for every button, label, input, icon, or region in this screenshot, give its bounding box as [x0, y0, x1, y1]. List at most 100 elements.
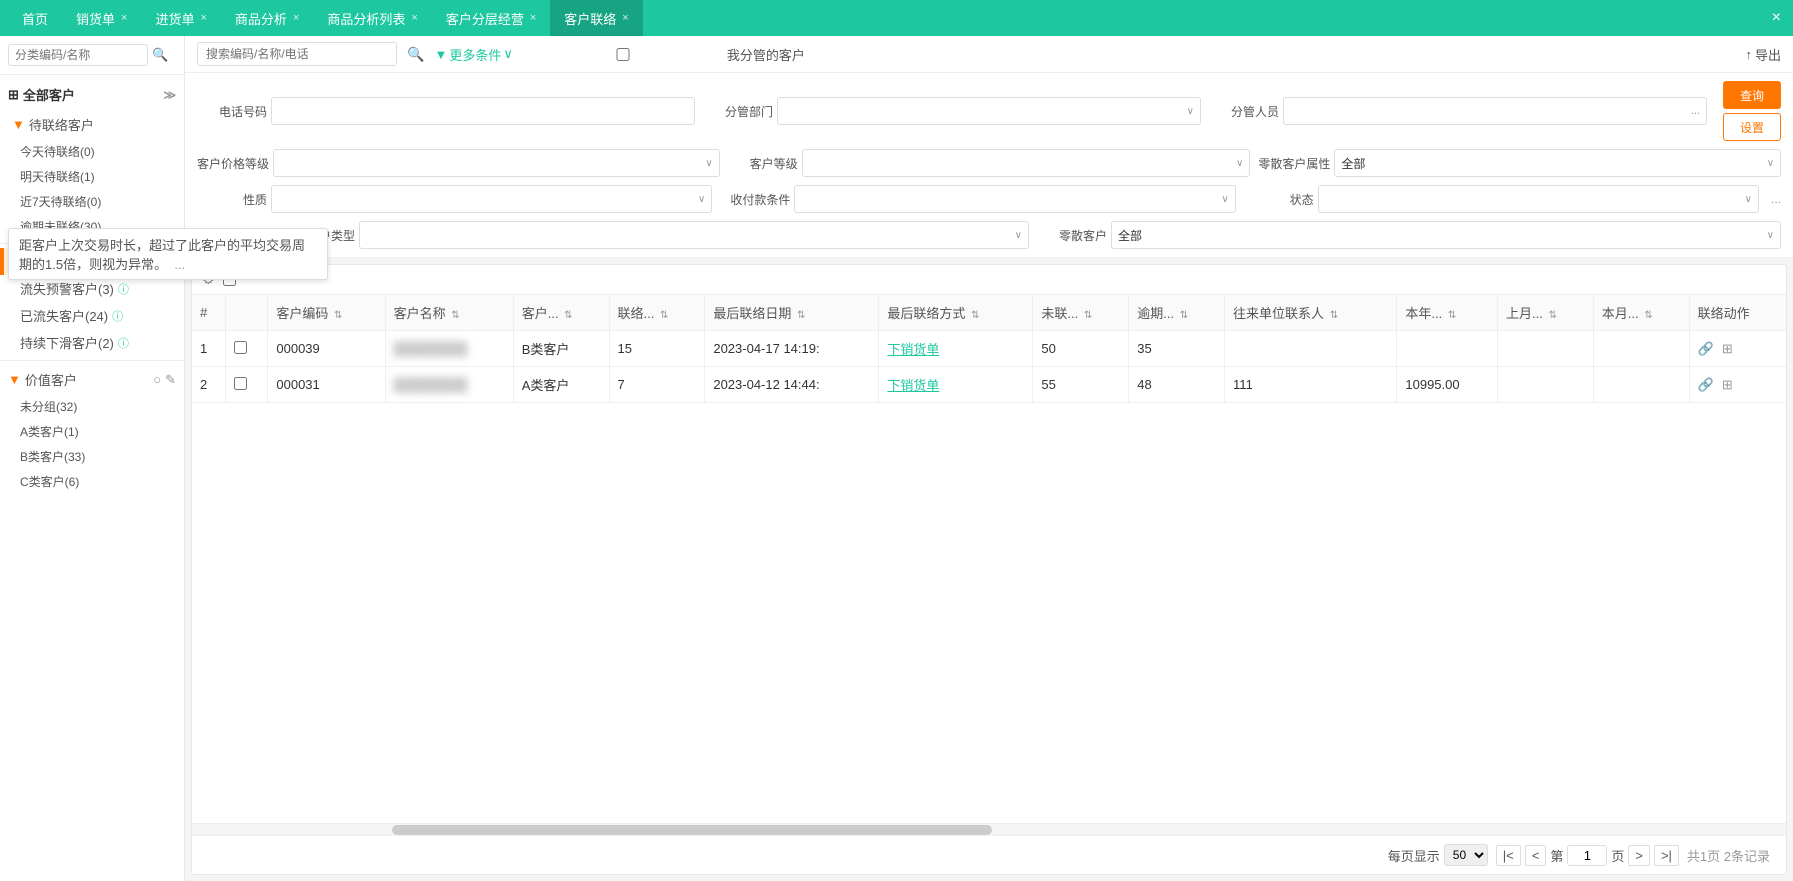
last-page-btn[interactable]: >| [1654, 845, 1679, 866]
arrow-down-icon: ∨ [1187, 106, 1194, 117]
sort-year-icon[interactable]: ⇅ [1448, 310, 1456, 321]
row2-checkbox[interactable] [234, 377, 247, 390]
h-scroll-thumb[interactable] [392, 825, 992, 835]
cell-overdue-1: 35 [1129, 331, 1225, 367]
row1-checkbox[interactable] [234, 341, 247, 354]
sort-method-icon[interactable]: ⇅ [971, 310, 979, 321]
cell-method-2[interactable]: 下销货单 [879, 367, 1033, 403]
nav-customer-layer[interactable]: 客户分层经营 × [432, 0, 550, 36]
person-select[interactable]: ... [1283, 97, 1707, 125]
close-window-btn[interactable]: × [1772, 9, 1781, 27]
table-scroll-container[interactable]: # 客户编码 ⇅ 客户名称 ⇅ 客户... [192, 295, 1786, 823]
prev-page-btn[interactable]: < [1525, 845, 1547, 866]
all-customers-header[interactable]: ⊞ 全部客户 ≫ [0, 79, 184, 110]
main-search-btn[interactable]: 🔍 [407, 46, 424, 63]
nav-sales[interactable]: 销货单 × [62, 0, 141, 36]
link-method-1[interactable]: 下销货单 [887, 342, 939, 357]
retail-attr-select[interactable]: 全部 ∨ [1334, 149, 1781, 177]
sidebar-item-ungrouped[interactable]: 未分组(32) [0, 394, 184, 419]
edit-icon[interactable]: ✎ [165, 372, 176, 388]
export-btn[interactable]: ↑ 导出 [1745, 45, 1781, 64]
dept-label: 分管部门 [703, 103, 773, 120]
info-icon-declining: ⓘ [118, 335, 129, 351]
nav-purchase[interactable]: 进货单 × [141, 0, 220, 36]
sort-date-icon[interactable]: ⇅ [797, 310, 805, 321]
my-customers-checkbox-area[interactable]: 我分管的客户 [523, 45, 805, 64]
cell-type-1: B类客户 [513, 331, 609, 367]
action-link-icon-2[interactable]: 🔗 [1698, 377, 1714, 393]
sort-contact-icon[interactable]: ⇅ [660, 310, 668, 321]
info-icon-churn: ⓘ [118, 281, 129, 297]
action-grid-icon-2[interactable]: ⊞ [1722, 377, 1733, 393]
close-product-analysis-tab[interactable]: × [293, 12, 299, 24]
sort-overdue-icon[interactable]: ⇅ [1180, 310, 1188, 321]
my-customers-checkbox[interactable] [523, 48, 723, 61]
next-page-btn[interactable]: > [1628, 845, 1650, 866]
nav-customer-contact[interactable]: 客户联络 × [550, 0, 642, 36]
sort-partner-icon[interactable]: ⇅ [1330, 310, 1338, 321]
sidebar-item-a-class[interactable]: A类客户(1) [0, 419, 184, 444]
price-grade-select[interactable]: ∨ [273, 149, 720, 177]
value-group-edit-icons[interactable]: ○ ✎ [153, 372, 176, 388]
sidebar-search-input[interactable] [8, 44, 148, 66]
cell-actions-1: 🔗 ⊞ [1689, 331, 1786, 367]
sort-code-icon[interactable]: ⇅ [334, 310, 342, 321]
phone-input[interactable] [271, 97, 695, 125]
set-btn[interactable]: 设置 [1723, 113, 1781, 141]
collapse-sidebar-btn[interactable]: ≫ [163, 88, 176, 102]
sidebar-search-icon[interactable]: 🔍 [152, 47, 168, 63]
h-scroll-area[interactable] [192, 823, 1786, 835]
dept-select[interactable]: ∨ [777, 97, 1201, 125]
sidebar-item-churned[interactable]: 已流失客户(24) ⓘ [0, 302, 184, 329]
more-conditions-btn[interactable]: ▼ 更多条件 ∨ [434, 45, 512, 64]
nav-product-analysis[interactable]: 商品分析 × [221, 0, 313, 36]
payment-select[interactable]: ∨ [794, 185, 1235, 213]
cell-month-2 [1593, 367, 1689, 403]
close-sales-tab[interactable]: × [121, 12, 127, 24]
sort-lastmonth-icon[interactable]: ⇅ [1548, 310, 1556, 321]
close-customer-contact-tab[interactable]: × [622, 12, 628, 24]
circle-icon[interactable]: ○ [153, 372, 161, 388]
sidebar-item-b-class[interactable]: B类客户(33) [0, 444, 184, 469]
col-checkbox [226, 295, 268, 331]
sidebar-item-c-class[interactable]: C类客户(6) [0, 469, 184, 494]
sidebar-item-tomorrow[interactable]: 明天待联络(1) [0, 164, 184, 189]
gender-select[interactable]: ∨ [271, 185, 712, 213]
action-grid-icon-1[interactable]: ⊞ [1722, 341, 1733, 357]
sidebar-group-pending[interactable]: ▼ 待联络客户 [0, 110, 184, 139]
status-select[interactable]: ∨ [1318, 185, 1759, 213]
sidebar-value-group[interactable]: ▼ 价值客户 ○ ✎ [0, 365, 184, 394]
more-dots[interactable]: ... [1771, 192, 1781, 206]
nav-product-list[interactable]: 商品分析列表 × [313, 0, 431, 36]
customer-grade-select[interactable]: ∨ [802, 149, 1251, 177]
sidebar-item-declining[interactable]: 持续下滑客户(2) ⓘ [0, 329, 184, 356]
nav-home[interactable]: 首页 [8, 0, 62, 36]
sort-name-icon[interactable]: ⇅ [451, 310, 459, 321]
action-link-icon-1[interactable]: 🔗 [1698, 341, 1714, 357]
close-purchase-tab[interactable]: × [200, 12, 206, 24]
per-page-select[interactable]: 50 [1444, 844, 1488, 866]
tooltip-more[interactable]: ... [174, 257, 185, 272]
close-product-list-tab[interactable]: × [411, 12, 417, 24]
page-input[interactable] [1567, 845, 1607, 866]
cell-method-1[interactable]: 下销货单 [879, 331, 1033, 367]
cell-checkbox-1[interactable] [226, 331, 268, 367]
cell-year-2: 10995.00 [1397, 367, 1498, 403]
link-method-2[interactable]: 下销货单 [887, 378, 939, 393]
query-btn[interactable]: 查询 [1723, 81, 1781, 109]
sort-month-icon[interactable]: ⇅ [1644, 310, 1652, 321]
cell-overdue-2: 48 [1129, 367, 1225, 403]
cell-checkbox-2[interactable] [226, 367, 268, 403]
sidebar-item-7days[interactable]: 近7天待联络(0) [0, 189, 184, 214]
main-search-input[interactable] [197, 42, 397, 66]
gender-label: 性质 [197, 191, 267, 208]
close-customer-layer-tab[interactable]: × [530, 12, 536, 24]
first-page-btn[interactable]: |< [1496, 845, 1521, 866]
sidebar-item-today[interactable]: 今天待联络(0) [0, 139, 184, 164]
sort-uncontacted-icon[interactable]: ⇅ [1084, 310, 1092, 321]
sort-type-icon[interactable]: ⇅ [564, 310, 572, 321]
customer-type-select[interactable]: ∨ [359, 221, 1029, 249]
arrow-down-icon-9: ∨ [1015, 230, 1022, 241]
retail-customer-select[interactable]: 全部 ∨ [1111, 221, 1781, 249]
table-row: 2 000031 ████████ A类客户 7 2023-04-12 14:4… [192, 367, 1786, 403]
